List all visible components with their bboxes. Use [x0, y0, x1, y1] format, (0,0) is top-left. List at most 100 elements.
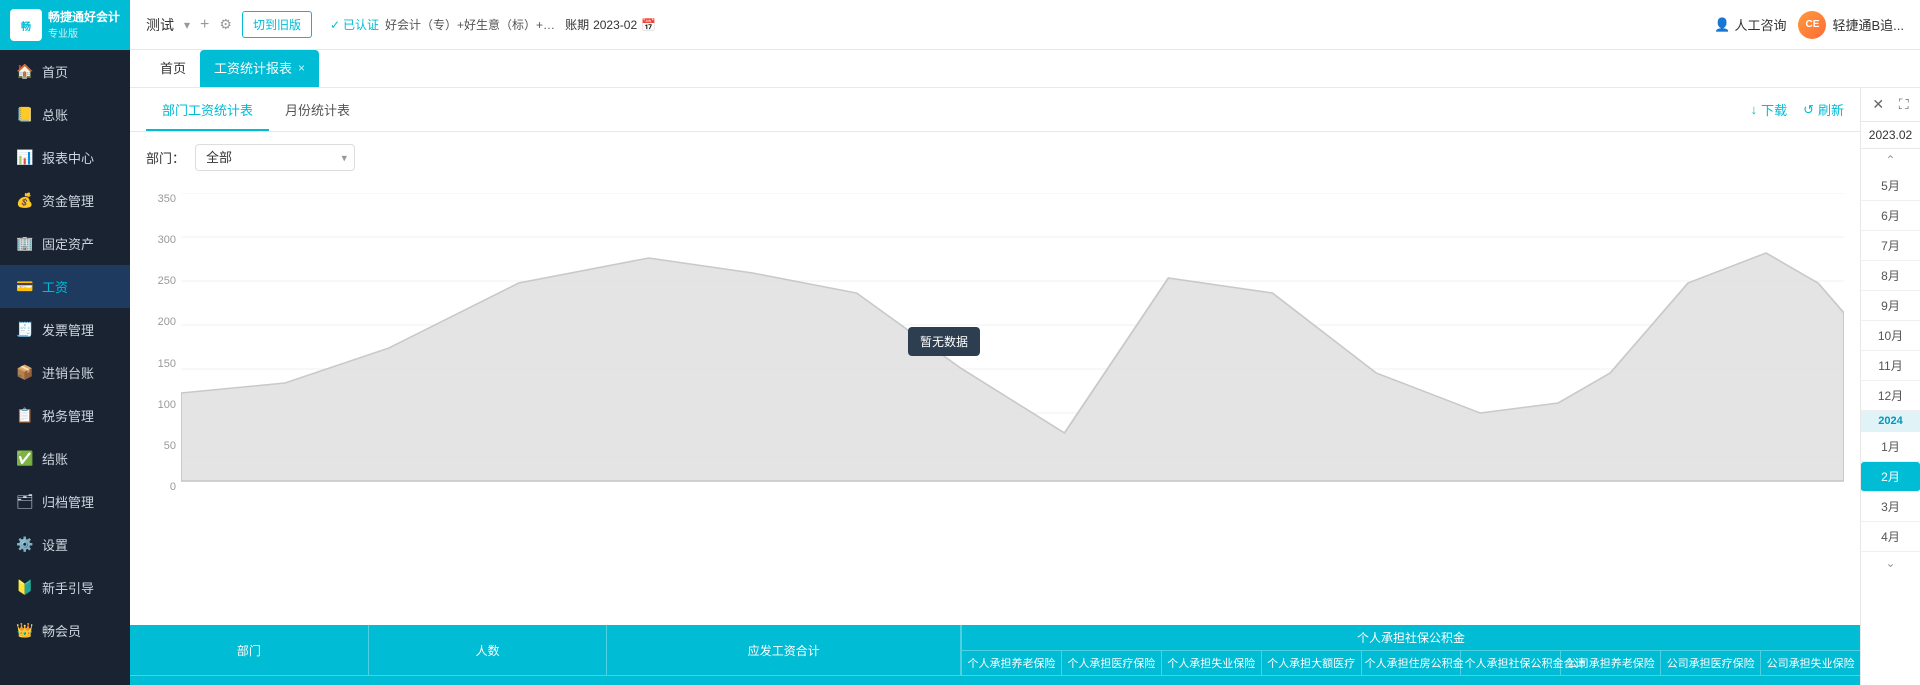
scroll-up-icon[interactable]: ⌃ [1881, 149, 1899, 171]
month-4-2024[interactable]: 4月 [1861, 522, 1920, 552]
ledger-icon: 📒 [16, 106, 34, 123]
tab-home[interactable]: 首页 [146, 50, 200, 87]
assets-icon: 🏢 [16, 235, 34, 252]
right-panel: ✕ ⛶ 2023.02 ⌃ 5月 6月 7月 8月 9月 10月 11月 12月… [1860, 88, 1920, 685]
funds-icon: 💰 [16, 192, 34, 209]
th-company-pension: 公司承担养老保险 [1561, 651, 1661, 675]
sidebar-item-label: 发票管理 [42, 320, 94, 339]
switch-old-button[interactable]: 切到旧版 [242, 11, 312, 38]
home-icon: 🏠 [16, 63, 34, 80]
guide-icon: 🔰 [16, 579, 34, 596]
month-10[interactable]: 10月 [1861, 321, 1920, 351]
topbar-right: 👤 人工咨询 CE 轻捷通B追... [1714, 11, 1904, 39]
sidebar-item-label: 税务管理 [42, 406, 94, 425]
sidebar-item-home[interactable]: 🏠 首页 [0, 50, 130, 93]
app-logo-icon: 畅 [10, 9, 42, 41]
th-company-medical: 公司承担医疗保险 [1661, 651, 1761, 675]
month-6[interactable]: 6月 [1861, 201, 1920, 231]
tab-salary-report[interactable]: 工资统计报表 × [200, 50, 319, 87]
month-9[interactable]: 9月 [1861, 291, 1920, 321]
product-labels: 好会计（专）+好生意（标）+… [385, 16, 555, 33]
add-company-icon[interactable]: + [200, 16, 209, 34]
sub-tab-actions: ↓ 下载 ↺ 刷新 [1751, 100, 1844, 119]
sidebar-item-guide[interactable]: 🔰 新手引导 [0, 566, 130, 609]
sidebar-item-vip[interactable]: 👑 畅会员 [0, 609, 130, 652]
sidebar-item-label: 设置 [42, 535, 68, 554]
month-1-2024[interactable]: 1月 [1861, 432, 1920, 462]
year-2024-badge: 2024 [1861, 411, 1920, 432]
sidebar-item-label: 报表中心 [42, 148, 94, 167]
sub-tab-monthly[interactable]: 月份统计表 [269, 90, 366, 131]
th-personal-major-medical: 个人承担大额医疗 [1262, 651, 1362, 675]
month-7[interactable]: 7月 [1861, 231, 1920, 261]
sidebar: 畅 畅捷通好会计 专业版 🏠 首页 📒 总账 📊 报表中心 💰 资金管理 🏢 固… [0, 0, 130, 685]
month-3-2024[interactable]: 3月 [1861, 492, 1920, 522]
sidebar-item-settings[interactable]: ⚙️ 设置 [0, 523, 130, 566]
salary-icon: 💳 [16, 278, 34, 295]
checkout-icon: ✅ [16, 450, 34, 467]
tab-close-icon[interactable]: × [298, 61, 305, 75]
dept-filter-label: 部门： [146, 148, 185, 167]
sidebar-item-label: 总账 [42, 105, 68, 124]
tabbar: 首页 工资统计报表 × [130, 50, 1920, 88]
app-logo-text: 畅捷通好会计 专业版 [48, 10, 120, 41]
sidebar-item-invoice[interactable]: 🧾 发票管理 [0, 308, 130, 351]
username-label: 轻捷通B追... [1832, 15, 1904, 34]
th-company-unemployment: 公司承担失业保险 [1761, 651, 1860, 675]
download-button[interactable]: ↓ 下载 [1751, 100, 1788, 119]
th-group-personal-cols: 个人承担养老保险 个人承担医疗保险 个人承担失业保险 个人承担大额医疗 个人承担… [962, 651, 1860, 675]
sidebar-item-label: 归档管理 [42, 492, 94, 511]
sidebar-item-salary[interactable]: 💳 工资 [0, 265, 130, 308]
sidebar-item-checkout[interactable]: ✅ 结账 [0, 437, 130, 480]
ai-consult-button[interactable]: 👤 人工咨询 [1714, 15, 1786, 34]
close-panel-icon[interactable]: ✕ [1872, 96, 1884, 113]
sidebar-item-label: 工资 [42, 277, 68, 296]
status-area: ✓ 已认证 好会计（专）+好生意（标）+… 账期 2023-02 📅 [330, 16, 656, 33]
month-12[interactable]: 12月 [1861, 381, 1920, 411]
download-icon: ↓ [1751, 102, 1758, 117]
sidebar-item-label: 进销台账 [42, 363, 94, 382]
sub-tab-dept[interactable]: 部门工资统计表 [146, 90, 269, 131]
month-2-2024-active[interactable]: 2月 [1861, 462, 1920, 492]
chart-svg [181, 193, 1844, 503]
scroll-down-icon[interactable]: ⌄ [1881, 552, 1899, 574]
th-personal-total: 个人承担社保公积金合计 [1461, 651, 1561, 675]
th-count: 人数 [369, 625, 608, 675]
right-panel-controls: ✕ ⛶ [1861, 88, 1920, 122]
chart-tooltip: 暂无数据 [908, 327, 980, 356]
user-menu[interactable]: CE 轻捷通B追... [1798, 11, 1904, 39]
tax-icon: 📋 [16, 407, 34, 424]
sidebar-item-label: 结账 [42, 449, 68, 468]
invoice-icon: 🧾 [16, 321, 34, 338]
dropdown-arrow-icon[interactable]: ▾ [184, 18, 190, 32]
reports-icon: 📊 [16, 149, 34, 166]
sidebar-item-label: 固定资产 [42, 234, 94, 253]
calendar-icon[interactable]: 📅 [641, 18, 656, 32]
gear-icon[interactable]: ⚙ [219, 16, 232, 33]
refresh-button[interactable]: ↺ 刷新 [1803, 100, 1844, 119]
topbar: 测试 ▾ + ⚙ 切到旧版 ✓ 已认证 好会计（专）+好生意（标）+… 账期 2… [130, 0, 1920, 50]
th-personal-pension: 个人承担养老保险 [962, 651, 1062, 675]
month-11[interactable]: 11月 [1861, 351, 1920, 381]
table-header: 部门 人数 应发工资合计 个人承担社保公积金 个人承担养老保险 个人承担医疗保险… [130, 625, 1860, 685]
y-axis-labels: 350 300 250 200 150 100 50 0 [146, 193, 176, 513]
dept-select-wrapper: 全部 行政部 财务部 技术部 销售部 ▾ [195, 144, 355, 171]
sidebar-item-funds[interactable]: 💰 资金管理 [0, 179, 130, 222]
sidebar-item-assets[interactable]: 🏢 固定资产 [0, 222, 130, 265]
month-8[interactable]: 8月 [1861, 261, 1920, 291]
chart-area: 350 300 250 200 150 100 50 0 [130, 183, 1860, 625]
dept-select[interactable]: 全部 行政部 财务部 技术部 销售部 [195, 144, 355, 171]
settings-icon: ⚙️ [16, 536, 34, 553]
table-header-top: 部门 人数 应发工资合计 个人承担社保公积金 个人承担养老保险 个人承担医疗保险… [130, 625, 1860, 676]
sidebar-item-label: 畅会员 [42, 621, 81, 640]
chart-container: 350 300 250 200 150 100 50 0 [146, 193, 1844, 513]
sidebar-item-archive[interactable]: 🗂 归档管理 [0, 480, 130, 523]
expand-panel-icon[interactable]: ⛶ [1899, 96, 1909, 113]
sidebar-item-tax[interactable]: 📋 税务管理 [0, 394, 130, 437]
sidebar-item-label: 首页 [42, 62, 68, 81]
sidebar-item-ledger[interactable]: 📒 总账 [0, 93, 130, 136]
main-area: 测试 ▾ + ⚙ 切到旧版 ✓ 已认证 好会计（专）+好生意（标）+… 账期 2… [130, 0, 1920, 685]
sidebar-item-reports[interactable]: 📊 报表中心 [0, 136, 130, 179]
month-5[interactable]: 5月 [1861, 171, 1920, 201]
sidebar-item-trade[interactable]: 📦 进销台账 [0, 351, 130, 394]
